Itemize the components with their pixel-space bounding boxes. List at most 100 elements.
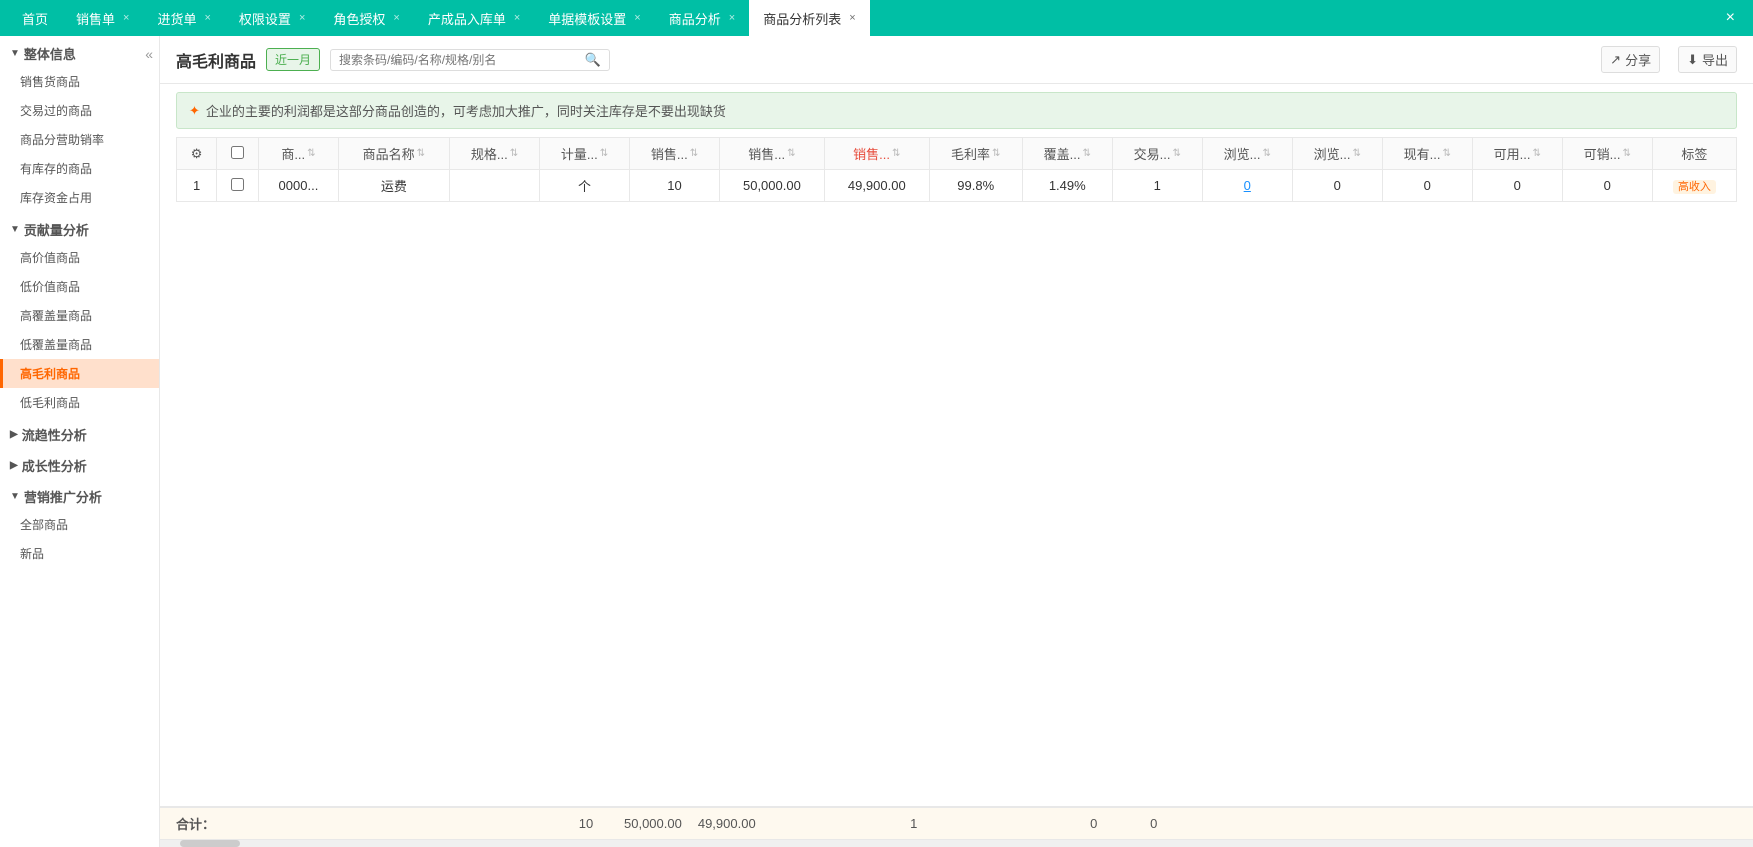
nav-purchase-order-label: 进货单 bbox=[157, 9, 196, 28]
col-transactions: 交易...⇅ bbox=[1112, 138, 1202, 170]
nav-product-analysis-list[interactable]: 商品分析列表 × bbox=[749, 0, 869, 36]
sidebar-group-contribution[interactable]: ▼ 贡献量分析 bbox=[0, 212, 159, 243]
sidebar-item-sales-goods[interactable]: 销售货商品 bbox=[0, 67, 159, 96]
select-all-checkbox[interactable] bbox=[231, 146, 244, 159]
col-gross-margin-sort[interactable]: 毛利率⇅ bbox=[951, 144, 1000, 163]
footer-transactions: 1 bbox=[884, 816, 944, 831]
cell-available-stock: 0 bbox=[1472, 170, 1562, 202]
sidebar-item-new-goods[interactable]: 新品 bbox=[0, 539, 159, 568]
nav-product-analysis-close[interactable]: × bbox=[729, 12, 735, 24]
sidebar-group-marketing-arrow: ▼ bbox=[10, 491, 20, 502]
col-views2-sort[interactable]: 浏览...⇅ bbox=[1314, 144, 1361, 163]
sidebar-item-all-goods[interactable]: 全部商品 bbox=[0, 510, 159, 539]
nav-permission-settings[interactable]: 权限设置 × bbox=[225, 0, 319, 36]
col-spec-sort[interactable]: 规格...⇅ bbox=[471, 144, 518, 163]
sidebar-group-overall-label: 整体信息 bbox=[24, 44, 76, 63]
sidebar-collapse-button[interactable]: « bbox=[145, 46, 153, 62]
nav-role-auth-close[interactable]: × bbox=[393, 12, 399, 24]
sidebar-item-in-stock-goods[interactable]: 有库存的商品 bbox=[0, 154, 159, 183]
col-name: 商品名称⇅ bbox=[338, 138, 449, 170]
nav-purchase-order[interactable]: 进货单 × bbox=[143, 0, 224, 36]
sidebar-group-flow-arrow: ▶ bbox=[10, 429, 18, 440]
share-button[interactable]: ↗ 分享 bbox=[1601, 46, 1660, 73]
cell-tag: 高收入 bbox=[1652, 170, 1736, 202]
sidebar-item-low-value[interactable]: 低价值商品 bbox=[0, 272, 159, 301]
nav-template-settings[interactable]: 单据模板设置 × bbox=[534, 0, 654, 36]
info-icon: ✦ bbox=[189, 103, 200, 119]
sidebar-item-stock-capital[interactable]: 库存资金占用 bbox=[0, 183, 159, 212]
nav-product-analysis-list-label: 商品分析列表 bbox=[763, 9, 841, 28]
col-views1-sort[interactable]: 浏览...⇅ bbox=[1224, 144, 1271, 163]
sidebar-group-overall-arrow: ▼ bbox=[10, 48, 20, 59]
nav-sales-order[interactable]: 销售单 × bbox=[62, 0, 143, 36]
col-current-stock-sort[interactable]: 现有...⇅ bbox=[1404, 144, 1451, 163]
scrollbar-thumb[interactable] bbox=[180, 840, 240, 847]
col-transactions-sort[interactable]: 交易...⇅ bbox=[1134, 144, 1181, 163]
col-sales-amt-sort[interactable]: 销售...⇅ bbox=[748, 144, 795, 163]
col-spec: 规格...⇅ bbox=[449, 138, 539, 170]
cell-unit: 个 bbox=[539, 170, 629, 202]
sidebar-group-contribution-arrow: ▼ bbox=[10, 224, 20, 235]
col-sales-qty-sort[interactable]: 销售...⇅ bbox=[651, 144, 698, 163]
sidebar-item-low-margin[interactable]: 低毛利商品 bbox=[0, 388, 159, 417]
export-button[interactable]: ⬇ 导出 bbox=[1678, 46, 1737, 73]
nav-template-settings-label: 单据模板设置 bbox=[548, 9, 626, 28]
search-input[interactable] bbox=[339, 53, 581, 67]
nav-product-analysis[interactable]: 商品分析 × bbox=[655, 0, 749, 36]
sort-icon-transactions: ⇅ bbox=[1172, 148, 1180, 159]
search-icon[interactable]: 🔍 bbox=[585, 52, 601, 68]
col-sales-profit-sort[interactable]: 销售...⇅ bbox=[853, 144, 900, 163]
col-coverage-sort[interactable]: 覆盖...⇅ bbox=[1044, 144, 1091, 163]
sidebar-item-traded-goods[interactable]: 交易过的商品 bbox=[0, 96, 159, 125]
sort-icon-sales-qty: ⇅ bbox=[690, 148, 698, 159]
nav-purchase-order-close[interactable]: × bbox=[204, 12, 210, 24]
sidebar-item-high-margin[interactable]: 高毛利商品 bbox=[0, 359, 159, 388]
sidebar-group-marketing[interactable]: ▼ 营销推广分析 bbox=[0, 479, 159, 510]
content-header: 高毛利商品 近一月 🔍 ↗ 分享 ⬇ 导出 bbox=[160, 36, 1753, 84]
sidebar-group-flow[interactable]: ▶ 流趋性分析 bbox=[0, 417, 159, 448]
col-available-stock-sort[interactable]: 可用...⇅ bbox=[1494, 144, 1541, 163]
footer-empty7 bbox=[944, 816, 1004, 831]
nav-sales-order-close[interactable]: × bbox=[123, 12, 129, 24]
sort-icon-available-stock: ⇅ bbox=[1532, 148, 1540, 159]
col-code: 商...⇅ bbox=[259, 138, 339, 170]
footer-empty5 bbox=[764, 816, 824, 831]
cell-index: 1 bbox=[177, 170, 217, 202]
col-name-sort[interactable]: 商品名称⇅ bbox=[363, 144, 425, 163]
nav-product-inbound-close[interactable]: × bbox=[514, 12, 520, 24]
sort-icon-spec: ⇅ bbox=[510, 148, 518, 159]
col-sales-amt: 销售...⇅ bbox=[719, 138, 824, 170]
col-code-sort[interactable]: 商...⇅ bbox=[281, 144, 315, 163]
footer-current-stock: 0 bbox=[1064, 816, 1124, 831]
sidebar-item-low-coverage[interactable]: 低覆盖量商品 bbox=[0, 330, 159, 359]
sidebar-item-assist-sales-rate[interactable]: 商品分营助销率 bbox=[0, 125, 159, 154]
col-unit-sort[interactable]: 计量...⇅ bbox=[561, 144, 608, 163]
cell-sales-amt: 50,000.00 bbox=[719, 170, 824, 202]
content-area: 高毛利商品 近一月 🔍 ↗ 分享 ⬇ 导出 ✦ 企业的主要的利润都是这部分商品创… bbox=[160, 36, 1753, 847]
cell-checkbox bbox=[217, 170, 259, 202]
col-settings[interactable]: ⚙ bbox=[177, 138, 217, 170]
top-navigation: 首页 销售单 × 进货单 × 权限设置 × 角色授权 × 产成品入库单 × 单据… bbox=[0, 0, 1753, 36]
row-checkbox[interactable] bbox=[231, 178, 244, 191]
cell-spec bbox=[449, 170, 539, 202]
col-sellable-sort[interactable]: 可销...⇅ bbox=[1584, 144, 1631, 163]
sort-icon-views1: ⇅ bbox=[1262, 148, 1270, 159]
nav-product-analysis-list-close[interactable]: × bbox=[849, 12, 855, 24]
sidebar-item-high-value[interactable]: 高价值商品 bbox=[0, 243, 159, 272]
sidebar-group-overall[interactable]: ▼ 整体信息 bbox=[0, 36, 159, 67]
filter-recent-month-button[interactable]: 近一月 bbox=[266, 48, 320, 71]
col-unit: 计量...⇅ bbox=[539, 138, 629, 170]
nav-template-settings-close[interactable]: × bbox=[634, 12, 640, 24]
sort-icon-sellable: ⇅ bbox=[1622, 148, 1630, 159]
nav-home[interactable]: 首页 bbox=[8, 0, 62, 36]
col-views2: 浏览...⇅ bbox=[1292, 138, 1382, 170]
nav-role-auth[interactable]: 角色授权 × bbox=[319, 0, 413, 36]
nav-permission-settings-close[interactable]: × bbox=[299, 12, 305, 24]
share-label: 分享 bbox=[1625, 50, 1651, 69]
sidebar-item-high-coverage[interactable]: 高覆盖量商品 bbox=[0, 301, 159, 330]
sort-icon-sales-profit: ⇅ bbox=[892, 148, 900, 159]
horizontal-scrollbar[interactable] bbox=[160, 839, 1753, 847]
window-close-button[interactable]: × bbox=[1716, 9, 1745, 27]
sidebar-group-growth[interactable]: ▶ 成长性分析 bbox=[0, 448, 159, 479]
nav-product-inbound[interactable]: 产成品入库单 × bbox=[414, 0, 534, 36]
